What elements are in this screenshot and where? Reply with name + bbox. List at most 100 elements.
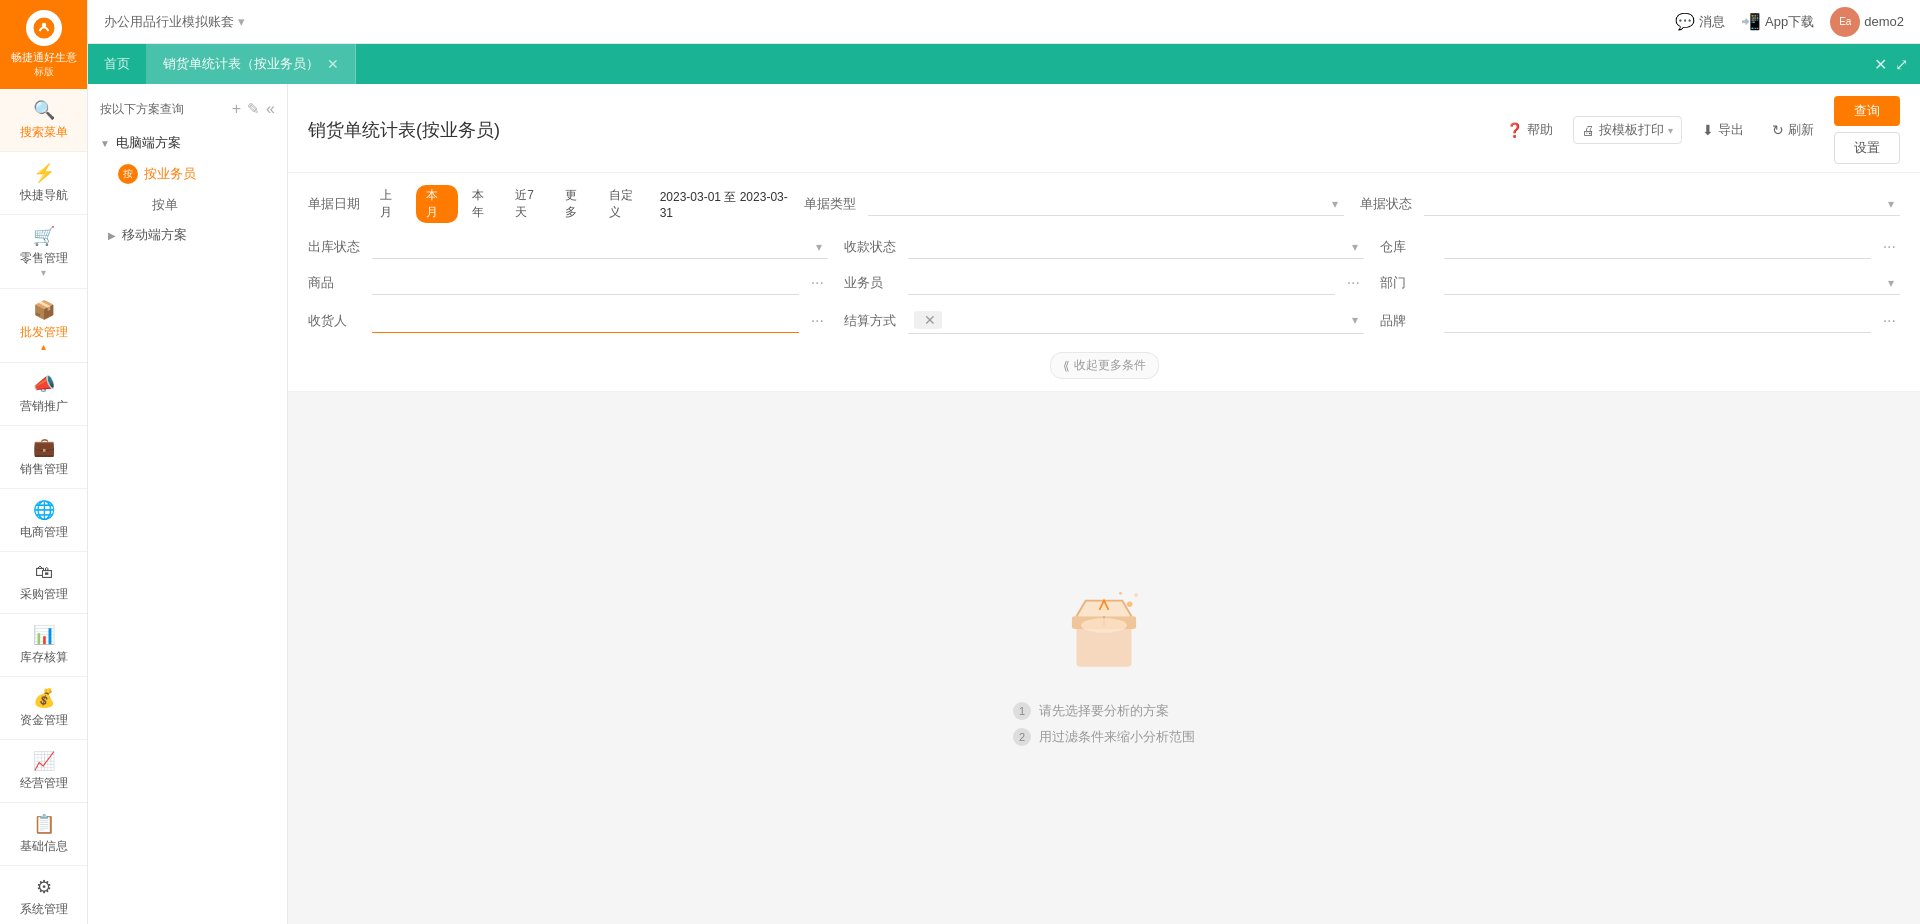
query-btn[interactable]: 查询 (1834, 96, 1900, 126)
avatar: Ea (1830, 7, 1860, 37)
filter-row-4: 收货人 ··· 结算方式 ✕ ▾ (308, 307, 1900, 334)
filter-settlement: 结算方式 ✕ ▾ (844, 307, 1364, 334)
brand-label: 品牌 (1380, 312, 1436, 330)
sidebar-item-finance[interactable]: 💰 资金管理 (0, 677, 87, 740)
sidebar-item-marketing[interactable]: 📣 营销推广 (0, 363, 87, 426)
app-download-btn[interactable]: 📲 App下载 (1741, 12, 1814, 31)
date-tab-this-month[interactable]: 本月 (416, 185, 458, 223)
download-icon: 📲 (1741, 12, 1761, 31)
brand-dots[interactable]: ··· (1879, 312, 1900, 330)
goods-input[interactable] (372, 271, 799, 295)
retail-expand: ▾ (41, 267, 46, 278)
sidebar-item-sales[interactable]: 💼 销售管理 (0, 426, 87, 489)
svg-point-1 (41, 23, 46, 28)
system-icon: ⚙ (36, 876, 52, 898)
refresh-btn[interactable]: ↻ 刷新 (1764, 117, 1822, 143)
scheme-group-pc-arrow: ▼ (100, 138, 110, 149)
empty-illustration (1044, 570, 1164, 690)
goods-label: 商品 (308, 274, 364, 292)
message-btn[interactable]: 💬 消息 (1675, 12, 1725, 31)
sidebar-label-finance: 资金管理 (20, 712, 68, 729)
filter-out-status: 出库状态 ▾ (308, 236, 828, 259)
sidebar-label-search: 搜索菜单 (20, 124, 68, 141)
sidebar-item-inventory[interactable]: 📊 库存核算 (0, 614, 87, 677)
app-logo[interactable]: 畅捷通好生意 标版 (0, 0, 88, 89)
scheme-salesperson-label: 按业务员 (144, 165, 196, 183)
tab-expand-icon[interactable]: ⤢ (1895, 55, 1908, 74)
type-label: 单据类型 (804, 195, 860, 213)
brand-input[interactable] (1444, 309, 1871, 333)
settlement-tag-remove[interactable]: ✕ (924, 312, 936, 328)
message-label: 消息 (1699, 13, 1725, 31)
help-label: 帮助 (1527, 121, 1553, 139)
svg-point-7 (1134, 593, 1138, 597)
salesperson-input[interactable] (908, 271, 1335, 295)
sidebar-item-ops[interactable]: 📈 经营管理 (0, 740, 87, 803)
tip-text-2: 用过滤条件来缩小分析范围 (1039, 728, 1195, 746)
sidebar-item-retail[interactable]: 🛒 零售管理 ▾ (0, 215, 87, 289)
goods-dots[interactable]: ··· (807, 274, 828, 292)
filter-receiver: 收货人 ··· (308, 309, 828, 333)
app-selector[interactable]: 办公用品行业模拟账套 ▾ (104, 13, 245, 31)
settlement-chevron: ▾ (1352, 313, 1358, 327)
date-tab-last-month[interactable]: 上月 (372, 185, 410, 223)
tab-sales-stats[interactable]: 销货单统计表（按业务员） ✕ (147, 44, 356, 84)
sidebar-item-quicknav[interactable]: ⚡ 快捷导航 (0, 152, 87, 215)
sidebar-item-search[interactable]: 🔍 搜索菜单 (0, 89, 87, 152)
sidebar-item-system[interactable]: ⚙ 系统管理 (0, 866, 87, 924)
tab-bar: 首页 销货单统计表（按业务员） ✕ ✕ ⤢ (88, 44, 1920, 84)
help-btn[interactable]: ❓ 帮助 (1498, 117, 1561, 143)
warehouse-input[interactable] (1444, 235, 1871, 259)
type-select[interactable]: ▾ (868, 193, 1344, 216)
warehouse-dots[interactable]: ··· (1879, 238, 1900, 256)
svg-point-6 (1127, 602, 1133, 608)
sidebar-label-basics: 基础信息 (20, 838, 68, 855)
sidebar-item-purchase[interactable]: 🛍 采购管理 (0, 552, 87, 614)
edit-scheme-btn[interactable]: ✎ (247, 100, 260, 118)
user-menu[interactable]: Ea demo2 (1830, 7, 1904, 37)
collapse-panel-btn[interactable]: « (266, 100, 275, 118)
basics-icon: 📋 (33, 813, 55, 835)
status-select[interactable]: ▾ (1424, 193, 1900, 216)
date-tabs: 上月 本月 本年 近7天 更多 自定义 2023-03-01 至 2023-03… (372, 185, 788, 223)
tab-close-icon[interactable]: ✕ (327, 57, 339, 71)
scheme-group-pc[interactable]: ▼ 电脑端方案 (88, 128, 287, 158)
status-label: 单据状态 (1360, 195, 1416, 213)
tab-home[interactable]: 首页 (88, 44, 147, 84)
username: demo2 (1864, 14, 1904, 29)
out-select[interactable]: ▾ (372, 236, 828, 259)
search-icon: 🔍 (33, 99, 55, 121)
refresh-label: 刷新 (1788, 121, 1814, 139)
scheme-group-mobile[interactable]: ▶ 移动端方案 (88, 220, 287, 250)
scheme-item-by-salesperson[interactable]: 按 按业务员 (88, 158, 287, 190)
tab-close-all-icon[interactable]: ✕ (1874, 55, 1887, 74)
settlement-select[interactable]: ✕ ▾ (908, 307, 1364, 334)
tab-bar-right: ✕ ⤢ (1862, 55, 1920, 74)
date-tab-more[interactable]: 更多 (557, 185, 595, 223)
dept-select[interactable]: ▾ (1444, 272, 1900, 295)
date-tab-this-year[interactable]: 本年 (464, 185, 502, 223)
date-tab-custom[interactable]: 自定义 (601, 185, 650, 223)
sidebar-label-inventory: 库存核算 (20, 649, 68, 666)
add-scheme-btn[interactable]: + (232, 100, 241, 118)
page-header: 销货单统计表(按业务员) ❓ 帮助 🖨 按模板打印 ▾ ⬇ 导出 (288, 84, 1920, 173)
tip-num-1: 1 (1013, 702, 1031, 720)
scheme-item-by-order[interactable]: 按单 (88, 190, 287, 220)
ecom-icon: 🌐 (33, 499, 55, 521)
sidebar-item-wholesale[interactable]: 📦 批发管理 ▴ (0, 289, 87, 363)
sidebar-item-basics[interactable]: 📋 基础信息 (0, 803, 87, 866)
logo-icon (26, 10, 62, 46)
date-tab-7days[interactable]: 近7天 (507, 185, 551, 223)
print-template-btn[interactable]: 🖨 按模板打印 ▾ (1573, 116, 1682, 144)
receiver-dots[interactable]: ··· (807, 312, 828, 330)
collapse-btn[interactable]: ⟪ 收起更多条件 (1050, 352, 1159, 379)
filter-pay-status: 收款状态 ▾ (844, 236, 1364, 259)
salesperson-dots[interactable]: ··· (1343, 274, 1364, 292)
settings-btn[interactable]: 设置 (1834, 132, 1900, 164)
inventory-icon: 📊 (33, 624, 55, 646)
help-icon: ❓ (1506, 122, 1523, 138)
export-btn[interactable]: ⬇ 导出 (1694, 117, 1752, 143)
sidebar-item-ecom[interactable]: 🌐 电商管理 (0, 489, 87, 552)
pay-select[interactable]: ▾ (908, 236, 1364, 259)
receiver-input[interactable] (372, 309, 799, 333)
